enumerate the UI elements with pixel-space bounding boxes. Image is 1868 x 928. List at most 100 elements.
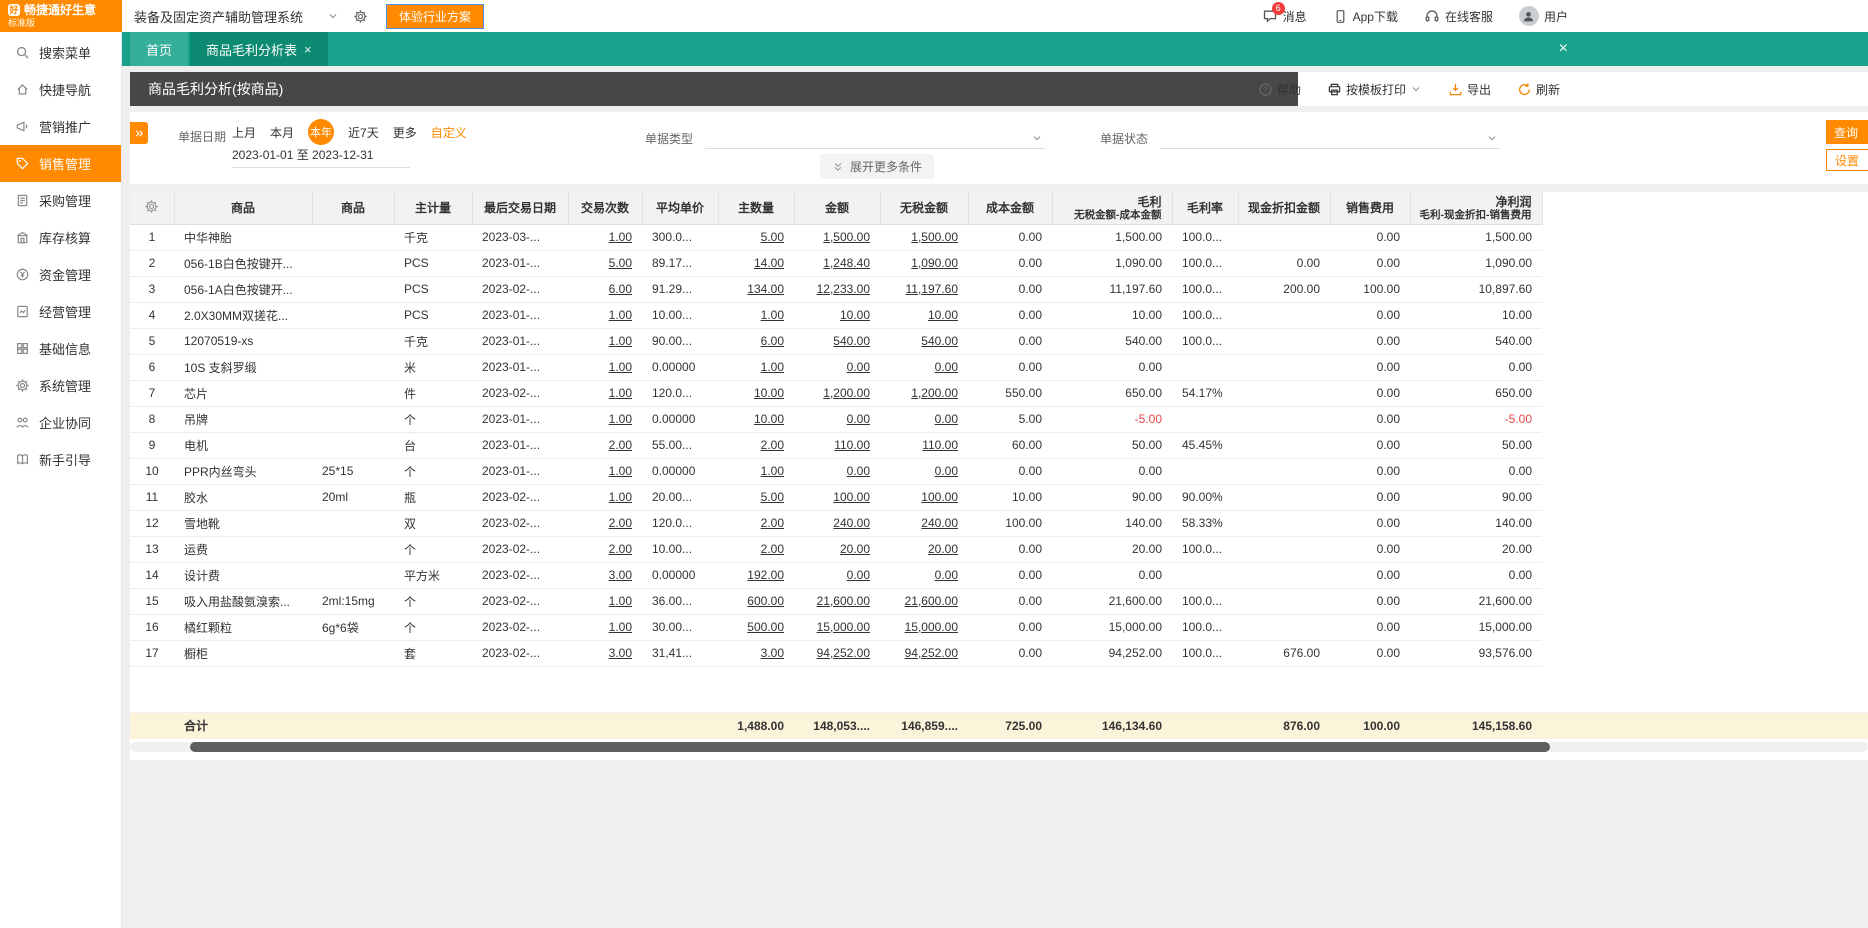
drill-down-link[interactable]: 134.00 [747,282,784,296]
cell[interactable]: 1.00 [568,406,642,433]
col-header[interactable]: 净利润 毛利-现金折扣-销售费用 [1410,192,1543,225]
drill-down-link[interactable]: 0.00 [935,360,958,374]
cell[interactable]: 0.00 [794,458,880,485]
cell[interactable]: 1.00 [568,224,642,251]
cell[interactable]: 12,233.00 [794,276,880,303]
drill-down-link[interactable]: 1.00 [609,412,632,426]
scrollbar-thumb[interactable] [190,741,1550,752]
table-row[interactable]: 3 056-1A白色按键开... PCS 2023-02-... 6.00 91.29..… [130,276,1542,303]
messages-button[interactable]: 6 消息 [1262,1,1307,25]
tab-home[interactable]: 首页 [130,32,189,66]
table-row[interactable]: 16 橘红颗粒 6g*6袋个 2023-02-... 1.00 30.00... 500.0… [130,614,1542,641]
sidebar-item-guide[interactable]: 新手引导 [0,441,121,478]
drill-down-link[interactable]: 5.00 [609,256,632,270]
drill-down-link[interactable]: 1.00 [609,360,632,374]
cell[interactable]: 1.00 [568,328,642,355]
drill-down-link[interactable]: 5.00 [761,490,784,504]
drill-down-link[interactable]: 2.00 [609,438,632,452]
col-header[interactable]: 交易次数 [568,192,643,225]
date-option[interactable]: 本月 [270,124,294,141]
cell[interactable]: 540.00 [880,328,968,355]
drill-down-link[interactable]: 2.00 [761,438,784,452]
table-row[interactable]: 9 电机 台 2023-01-... 2.00 55.00... 2.00 110.00 110… [130,432,1542,459]
cell[interactable]: 6.00 [568,276,642,303]
drill-down-link[interactable]: 1,248.40 [823,256,870,270]
cell[interactable]: 2.00 [718,510,794,537]
drill-down-link[interactable]: 1,500.00 [823,230,870,244]
app-download-button[interactable]: App下载 [1333,8,1398,25]
cell[interactable]: 10.00 [794,302,880,329]
sidebar-item-quick-nav[interactable]: 快捷导航 [0,71,121,108]
drill-down-link[interactable]: 500.00 [747,620,784,634]
drill-down-link[interactable]: 1.00 [761,360,784,374]
drill-down-link[interactable]: 10.00 [754,386,784,400]
cell[interactable]: 1,248.40 [794,250,880,277]
col-header[interactable]: 最后交易日期 [472,192,569,225]
table-row[interactable]: 5 12070519-xs 千克 2023-01-... 1.00 90.00... 6.0… [130,328,1542,355]
cell[interactable]: 20.00 [794,536,880,563]
sidebar-item-enterprise[interactable]: 企业协同 [0,404,121,441]
drill-down-link[interactable]: 15,000.00 [817,620,870,634]
cell[interactable]: 600.00 [718,588,794,615]
cell[interactable]: 6.00 [718,328,794,355]
drill-down-link[interactable]: 6.00 [761,334,784,348]
drill-down-link[interactable]: 240.00 [921,516,958,530]
drill-down-link[interactable]: 1,090.00 [911,256,958,270]
drill-down-link[interactable]: 1.00 [761,464,784,478]
drill-down-link[interactable]: 0.00 [847,464,870,478]
cell[interactable]: 20.00 [880,536,968,563]
drill-down-link[interactable]: 0.00 [935,568,958,582]
cell[interactable]: 2.00 [568,536,642,563]
search-button[interactable]: 查询 [1826,120,1868,144]
cell[interactable]: 500.00 [718,614,794,641]
table-row[interactable]: 2 056-1B白色按键开... PCS 2023-01-... 5.00 89.17..… [130,250,1542,277]
cell[interactable]: 3.00 [568,562,642,589]
drill-down-link[interactable]: 10.00 [928,308,958,322]
cell[interactable]: 10.00 [718,406,794,433]
drill-down-link[interactable]: 10.00 [840,308,870,322]
drill-down-link[interactable]: 100.00 [833,490,870,504]
drill-down-link[interactable]: 2.00 [761,542,784,556]
table-row[interactable]: 4 2.0X30MM双搓花... PCS 2023-01-... 1.00 10.00..… [130,302,1542,329]
table-row[interactable]: 15 吸入用盐酸氨溴索... 2ml:15mg 个 2023-02-... 1.00 36.… [130,588,1542,615]
drill-down-link[interactable]: 1.00 [609,464,632,478]
drill-down-link[interactable]: 2.00 [609,516,632,530]
cell[interactable]: 240.00 [794,510,880,537]
expand-more-button[interactable]: 展开更多条件 [820,154,935,179]
app-logo[interactable]: 好 畅捷通好生意 标准版 [0,0,122,32]
drill-down-link[interactable]: 0.00 [935,464,958,478]
drill-down-link[interactable]: 1,200.00 [911,386,958,400]
cell[interactable]: 14.00 [718,250,794,277]
table-row[interactable]: 8 吊牌 个 2023-01-... 1.00 0.00000 10.00 0.00 0.00 5… [130,406,1542,433]
drill-down-link[interactable]: 192.00 [747,568,784,582]
cell[interactable]: 5.00 [718,224,794,251]
drill-down-link[interactable]: 3.00 [609,568,632,582]
cell[interactable]: 1.00 [718,354,794,381]
cell[interactable]: 1,500.00 [794,224,880,251]
sidebar-item-operations[interactable]: 经营管理 [0,293,121,330]
cell[interactable]: 15,000.00 [794,614,880,641]
doc-type-select[interactable]: 单据类型 [645,126,1045,150]
drill-down-link[interactable]: 0.00 [847,360,870,374]
tab-product-gross-profit-report[interactable]: 商品毛利分析表 × [190,32,328,66]
drill-down-link[interactable]: 2.00 [761,516,784,530]
date-option[interactable]: 近7天 [348,124,379,141]
user-menu[interactable]: 用户 [1518,6,1568,26]
cell[interactable]: 5.00 [718,484,794,511]
date-option[interactable]: 自定义 [431,124,467,141]
cell[interactable]: 1,090.00 [880,250,968,277]
doc-type-input[interactable] [705,127,1045,149]
table-row[interactable]: 11 胶水 20ml 瓶 2023-02-... 1.00 20.00... 5.00 100.… [130,484,1542,511]
cell[interactable]: 15,000.00 [880,614,968,641]
col-header[interactable]: 无税金额 [880,192,969,225]
drill-down-link[interactable]: 240.00 [833,516,870,530]
close-tabs-icon[interactable]: × [1559,32,1568,66]
settings-gear-icon[interactable] [353,9,368,24]
date-option[interactable]: 更多 [393,124,417,141]
drill-down-link[interactable]: 12,233.00 [817,282,870,296]
table-row[interactable]: 13 运费 个 2023-02-... 2.00 10.00... 2.00 20.00 20.… [130,536,1542,563]
cell[interactable]: 94,252.00 [880,640,968,667]
col-header[interactable]: 毛利率 [1172,192,1239,225]
sidebar-item-inventory[interactable]: 库存核算 [0,219,121,256]
drill-down-link[interactable]: 1.00 [609,308,632,322]
